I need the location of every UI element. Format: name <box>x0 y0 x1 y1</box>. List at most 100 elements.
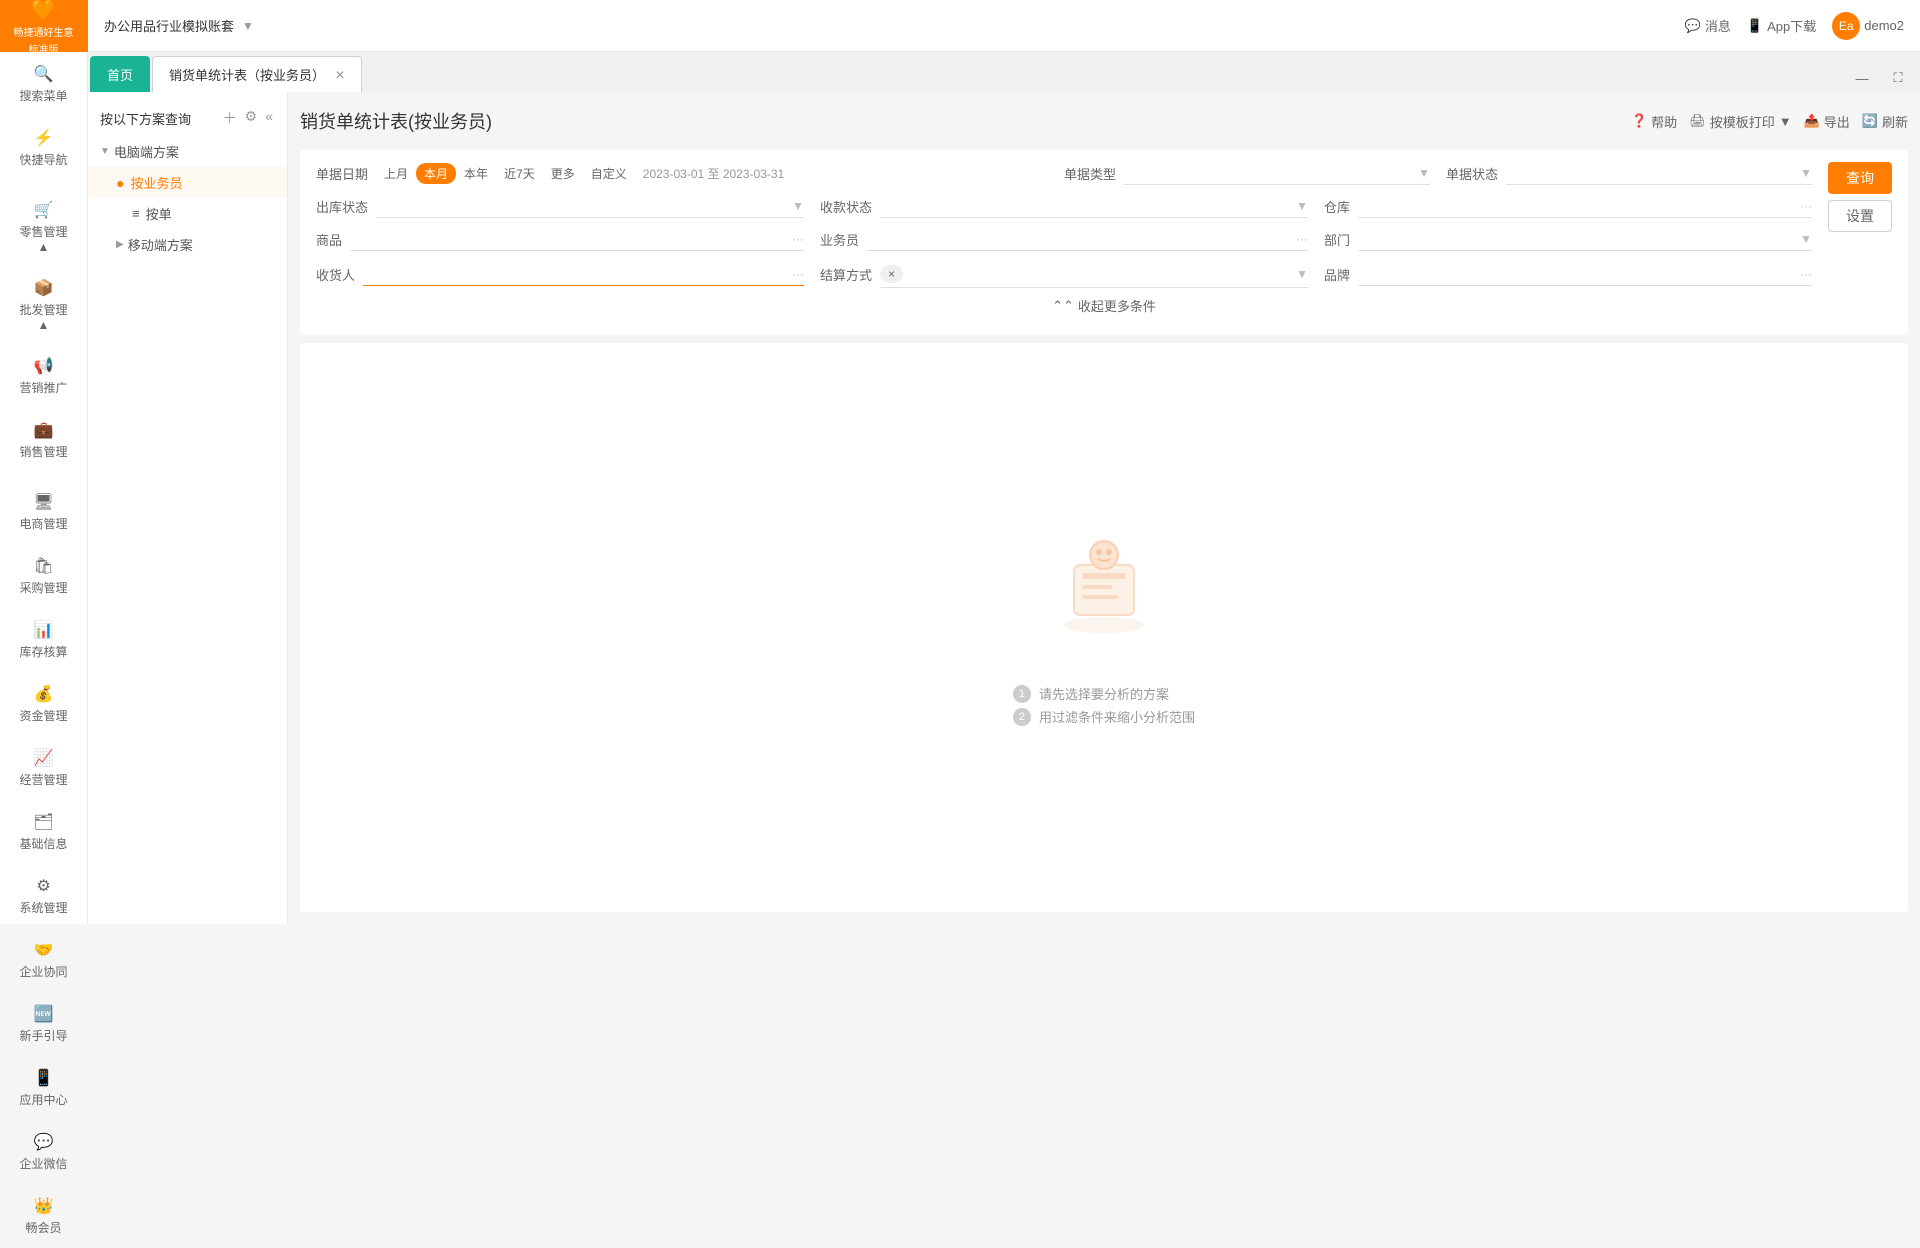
print-button[interactable]: 🖨 按模板打印 ▼ <box>1689 112 1791 131</box>
app-download-button[interactable]: 📱 App下载 <box>1747 16 1816 35</box>
filter-row-3: 商品 ··· 业务员 ··· <box>316 228 1812 251</box>
sidebar-item-system[interactable]: ⚙ 系统管理 <box>0 864 87 928</box>
sidebar-item-operation[interactable]: 📈 经营管理 <box>0 736 87 800</box>
tab-sales-stat[interactable]: 销货单统计表（按业务员） ✕ <box>152 56 362 92</box>
scheme-salesperson-label: 按业务员 <box>130 173 182 192</box>
page-title: 销货单统计表(按业务员) <box>300 108 492 134</box>
tabbar: 首页 销货单统计表（按业务员） ✕ — ⛶ <box>88 52 1920 92</box>
filter-section: 单据日期 上月 本月 本年 近7天 更多 自定义 2023-03-01 至 20… <box>316 162 1892 288</box>
collapse-conditions-button[interactable]: ⌃⌃ 收起更多条件 <box>1040 292 1168 319</box>
sidebar-item-purchase[interactable]: 🛍 采购管理 <box>0 544 87 608</box>
inventory-icon: 📊 <box>34 620 54 640</box>
print-icon: 🖨 <box>1689 113 1706 129</box>
app-logo[interactable]: 🧡 畅捷通好生意 标准版 <box>0 0 88 52</box>
settings-scheme-button[interactable]: ⚙ <box>243 106 260 130</box>
sidebar-item-system-label: 系统管理 <box>19 899 67 916</box>
payment-control[interactable]: ▼ <box>880 195 1308 218</box>
sidebar-item-marketing[interactable]: 📢 营销推广 <box>0 344 87 408</box>
sidebar-item-member[interactable]: 👑 畅会员 <box>0 1184 87 1248</box>
salesperson-control[interactable]: ··· <box>867 228 1308 251</box>
mobile-scheme-header[interactable]: ▶ 移动端方案 <box>88 229 287 260</box>
sidebar-item-wholesale[interactable]: 📦 批发管理 ▲ <box>0 266 87 344</box>
tab-home[interactable]: 首页 <box>90 56 150 92</box>
tab-minimize-button[interactable]: — <box>1848 64 1876 92</box>
doc-status-control[interactable]: ▼ <box>1506 162 1812 185</box>
add-scheme-button[interactable]: ＋ <box>221 106 239 130</box>
marketing-icon: 📢 <box>34 356 54 376</box>
date-label: 单据日期 <box>316 164 368 183</box>
brand-control[interactable]: ··· <box>1358 263 1812 286</box>
empty-tip-1-text: 请先选择要分析的方案 <box>1039 684 1169 703</box>
basic-icon: 🗂 <box>33 812 53 832</box>
receiver-control[interactable]: ··· <box>363 263 804 286</box>
payment-label: 收款状态 <box>820 197 872 216</box>
user-menu[interactable]: Ea demo2 <box>1832 12 1904 40</box>
print-dropdown-icon: ▼ <box>1779 114 1792 129</box>
topbar-left: 办公用品行业模拟账套 ▼ <box>104 16 254 35</box>
scheme-salesperson[interactable]: ● 按业务员 <box>88 167 287 198</box>
page-actions: ❓ 帮助 🖨 按模板打印 ▼ 📤 导出 🔄 刷新 <box>1631 112 1908 131</box>
scheme-by-order[interactable]: ≡ 按单 <box>88 198 287 229</box>
collapse-label: 收起更多条件 <box>1078 296 1156 315</box>
wholesale-icon: 📦 <box>34 278 54 298</box>
outbound-control[interactable]: ▼ <box>376 195 804 218</box>
sidebar-item-cooperation[interactable]: 🤝 企业协同 <box>0 928 87 992</box>
help-label: 帮助 <box>1651 112 1677 131</box>
topbar-title: 办公用品行业模拟账套 <box>104 16 234 35</box>
doc-type-control[interactable]: ▼ <box>1124 162 1430 185</box>
date-btn-custom[interactable]: 自定义 <box>583 163 635 184</box>
date-btn-more[interactable]: 更多 <box>543 163 583 184</box>
main-area: 办公用品行业模拟账套 ▼ 💬 消息 📱 App下载 Ea demo2 首页 销货… <box>88 0 1920 924</box>
department-control[interactable]: ▼ <box>1358 228 1812 251</box>
sidebar-item-inventory[interactable]: 📊 库存核算 <box>0 608 87 672</box>
date-btn-7days[interactable]: 近7天 <box>496 163 543 184</box>
doc-type-label: 单据类型 <box>1064 164 1116 183</box>
help-button[interactable]: ❓ 帮助 <box>1631 112 1677 131</box>
warehouse-field: 仓库 ··· <box>1324 195 1812 218</box>
export-button[interactable]: 📤 导出 <box>1804 112 1850 131</box>
collapse-panel-button[interactable]: « <box>263 106 275 130</box>
outbound-field: 出库状态 ▼ <box>316 195 804 218</box>
sidebar: 🧡 畅捷通好生意 标准版 🔍 搜索菜单 ⚡ 快捷导航 🛒 零售管理 ▲ 📦 批发… <box>0 0 88 924</box>
date-btn-this-year[interactable]: 本年 <box>456 163 496 184</box>
sidebar-item-retail[interactable]: 🛒 零售管理 ▲ <box>0 188 87 266</box>
sidebar-item-search[interactable]: 🔍 搜索菜单 <box>0 52 87 116</box>
warehouse-control[interactable]: ··· <box>1358 195 1812 218</box>
sidebar-item-quicknav-label: 快捷导航 <box>19 151 67 168</box>
mobile-scheme-section: ▶ 移动端方案 <box>88 229 287 260</box>
message-button[interactable]: 💬 消息 <box>1685 16 1731 35</box>
empty-tip-2-num: 2 <box>1013 708 1031 726</box>
department-label: 部门 <box>1324 230 1350 249</box>
doc-status-arrow: ▼ <box>1800 166 1812 180</box>
sidebar-item-quicknav[interactable]: ⚡ 快捷导航 <box>0 116 87 180</box>
sidebar-item-appcenter[interactable]: 📱 应用中心 <box>0 1056 87 1120</box>
date-btn-this-month[interactable]: 本月 <box>416 163 456 184</box>
tab-close-icon[interactable]: ✕ <box>335 68 345 82</box>
export-label: 导出 <box>1824 112 1850 131</box>
settlement-label: 结算方式 <box>820 265 872 284</box>
appcenter-icon: 📱 <box>34 1068 54 1088</box>
doc-status-field: 单据状态 ▼ <box>1446 162 1812 185</box>
sidebar-item-wechat[interactable]: 💬 企业微信 <box>0 1120 87 1184</box>
refresh-button[interactable]: 🔄 刷新 <box>1862 112 1908 131</box>
date-btn-last-month[interactable]: 上月 <box>376 163 416 184</box>
sidebar-item-ecommerce[interactable]: 🖥 电商管理 <box>0 480 87 544</box>
sidebar-item-purchase-label: 采购管理 <box>19 579 67 596</box>
settlement-arrow: ▼ <box>1296 267 1308 281</box>
sidebar-item-sales[interactable]: 💼 销售管理 <box>0 408 87 472</box>
settings-button[interactable]: 设置 <box>1828 200 1892 232</box>
sidebar-item-newuser[interactable]: 🆕 新手引导 <box>0 992 87 1056</box>
tab-maximize-button[interactable]: ⛶ <box>1884 64 1912 92</box>
desktop-scheme-header[interactable]: ▼ 电脑端方案 <box>88 136 287 167</box>
logo-text: 畅捷通好生意 <box>14 24 74 39</box>
outbound-label: 出库状态 <box>316 197 368 216</box>
settlement-control[interactable]: × ▼ <box>880 261 1308 288</box>
goods-control[interactable]: ··· <box>350 228 804 251</box>
sidebar-item-basic[interactable]: 🗂 基础信息 <box>0 800 87 864</box>
brand-label: 品牌 <box>1324 265 1350 284</box>
topbar-dropdown-icon[interactable]: ▼ <box>242 19 254 33</box>
payment-field: 收款状态 ▼ <box>820 195 1308 218</box>
sidebar-item-finance[interactable]: 💰 资金管理 <box>0 672 87 736</box>
query-button[interactable]: 查询 <box>1828 162 1892 194</box>
receiver-label: 收货人 <box>316 265 355 284</box>
